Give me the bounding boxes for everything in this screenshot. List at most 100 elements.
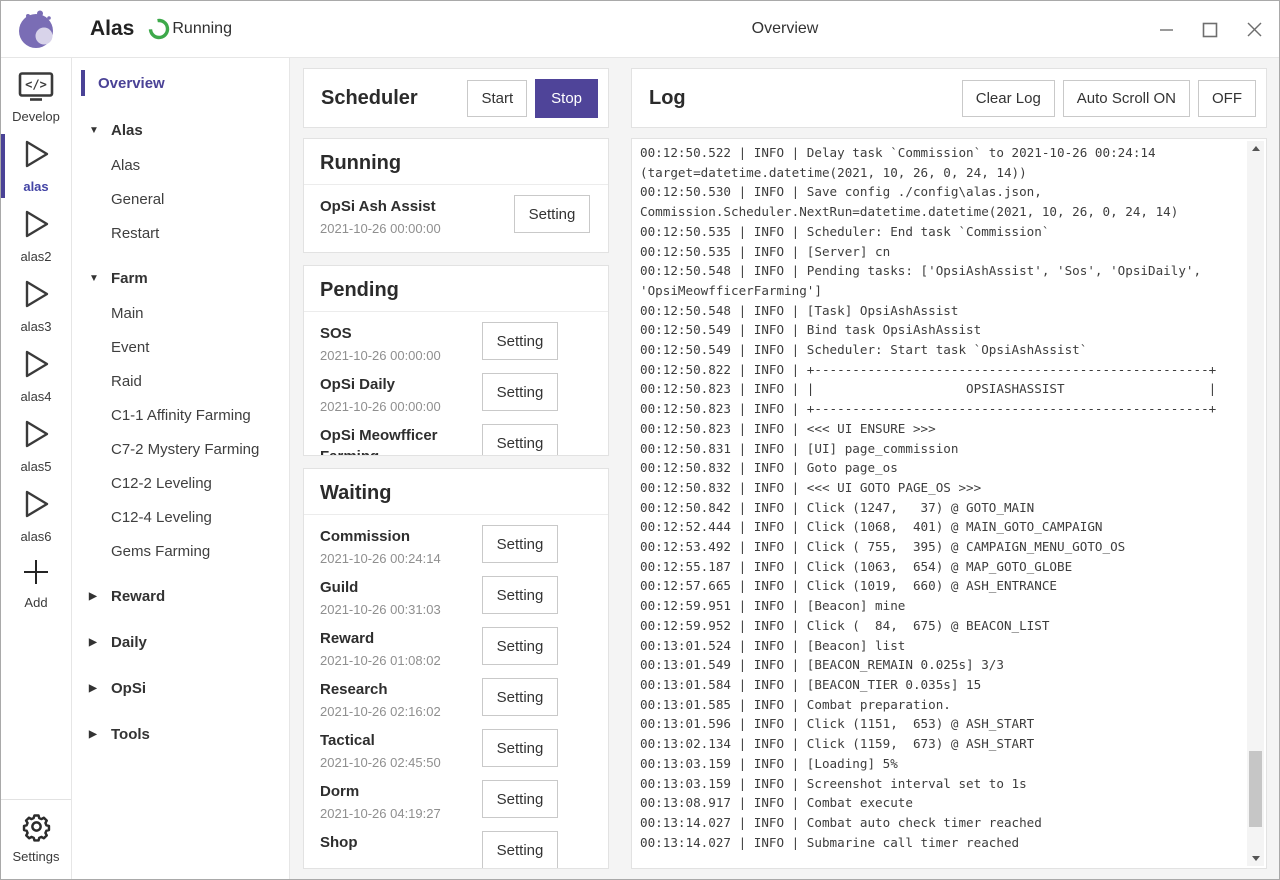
rail-item-alas4[interactable]: alas4 — [1, 341, 71, 411]
play-icon — [19, 346, 53, 387]
task-row: Guild 2021-10-26 00:31:03 Setting — [320, 566, 558, 617]
stop-button[interactable]: Stop — [535, 79, 598, 118]
nav-item-overview[interactable]: Overview — [72, 64, 289, 102]
close-button[interactable] — [1245, 21, 1263, 39]
nav-item-tools[interactable]: ▶ Tools — [72, 716, 289, 752]
waiting-title: Waiting — [320, 482, 391, 504]
rail-item-alas[interactable]: alas — [1, 131, 71, 201]
nav-item-general[interactable]: General — [72, 182, 289, 216]
start-button[interactable]: Start — [467, 80, 527, 117]
page-title: Overview — [291, 20, 1279, 38]
nav-item-main[interactable]: Main — [72, 296, 289, 330]
clear-log-button[interactable]: Clear Log — [962, 80, 1055, 117]
setting-button[interactable]: Setting — [482, 678, 558, 716]
scheduler-column: Scheduler Start Stop Running OpSi Ash As… — [290, 58, 621, 879]
setting-button[interactable]: Setting — [482, 780, 558, 818]
nav-item-label: Event — [111, 339, 149, 356]
rail-item-alas6[interactable]: alas6 — [1, 481, 71, 551]
chevron-right-icon: ▶ — [89, 683, 111, 694]
nav-item-label: C1-1 Affinity Farming — [111, 407, 251, 424]
chevron-right-icon: ▶ — [89, 591, 111, 602]
rail-item-settings[interactable]: Settings — [1, 806, 71, 871]
nav-item-c12-2-leveling[interactable]: C12-2 Leveling — [72, 466, 289, 500]
setting-button[interactable]: Setting — [482, 729, 558, 767]
nav-item-label: OpSi — [111, 680, 146, 697]
setting-button[interactable]: Setting — [482, 627, 558, 665]
rail-item-develop[interactable]: </> Develop — [1, 66, 71, 131]
maximize-button[interactable] — [1201, 21, 1219, 39]
nav-item-label: Gems Farming — [111, 543, 210, 560]
task-row: Reward 2021-10-26 01:08:02 Setting — [320, 617, 558, 668]
nav-item-label: Tools — [111, 726, 150, 743]
nav-item-daily[interactable]: ▶ Daily — [72, 624, 289, 660]
setting-button[interactable]: Setting — [514, 195, 590, 233]
app-name: Alas — [90, 17, 134, 41]
rail-item-add[interactable]: Add — [1, 551, 71, 617]
task-row: Research 2021-10-26 02:16:02 Setting — [320, 668, 558, 719]
task-next-run-time: 2021-10-26 02:45:50 — [320, 755, 482, 770]
running-card: Running OpSi Ash Assist 2021-10-26 00:00… — [303, 138, 609, 253]
nav-item-label: C7-2 Mystery Farming — [111, 441, 259, 458]
task-next-run-time: 2021-10-26 00:00:00 — [320, 348, 482, 363]
scroll-down-icon[interactable] — [1247, 851, 1264, 866]
nav-item-label: Farm — [111, 270, 148, 287]
setting-button[interactable]: Setting — [482, 424, 558, 455]
nav-item-c12-4-leveling[interactable]: C12-4 Leveling — [72, 500, 289, 534]
scheduler-status: Running — [147, 17, 232, 41]
rail-item-label: Develop — [12, 109, 60, 124]
task-name: SOS — [320, 323, 482, 344]
nav-item-c7-2-mystery-farming[interactable]: C7-2 Mystery Farming — [72, 432, 289, 466]
nav-item-farm[interactable]: ▼ Farm — [72, 260, 289, 296]
log-text: 00:12:50.522 | INFO | Delay task `Commis… — [632, 139, 1247, 868]
nav-item-c1-1-affinity-farming[interactable]: C1-1 Affinity Farming — [72, 398, 289, 432]
log-scrollbar[interactable] — [1247, 141, 1264, 866]
rail-item-label: alas3 — [20, 319, 51, 334]
nav-item-event[interactable]: Event — [72, 330, 289, 364]
nav-item-gems-farming[interactable]: Gems Farming — [72, 534, 289, 568]
setting-button[interactable]: Setting — [482, 831, 558, 868]
rail-item-label: alas — [23, 179, 48, 194]
nav-item-opsi[interactable]: ▶ OpSi — [72, 670, 289, 706]
nav-item-label: Raid — [111, 373, 142, 390]
rail-item-label: alas4 — [20, 389, 51, 404]
nav-item-raid[interactable]: Raid — [72, 364, 289, 398]
task-row: Dorm 2021-10-26 04:19:27 Setting — [320, 770, 558, 821]
app-window: Alas Running Overview </> Develop — [0, 0, 1280, 880]
rail-items: </> Develop alas alas2 alas3 alas4 alas5… — [1, 66, 71, 617]
nav-item-alas[interactable]: Alas — [72, 148, 289, 182]
task-name: Reward — [320, 628, 482, 649]
task-row: Tactical 2021-10-26 02:45:50 Setting — [320, 719, 558, 770]
rail-item-alas3[interactable]: alas3 — [1, 271, 71, 341]
nav-item-restart[interactable]: Restart — [72, 216, 289, 250]
nav-item-label: Restart — [111, 225, 159, 242]
task-row: OpSi Meowfficer Farming Setting — [320, 414, 558, 455]
nav-item-label: Daily — [111, 634, 147, 651]
window-controls — [1157, 1, 1263, 58]
setting-button[interactable]: Setting — [482, 525, 558, 563]
rail-item-alas2[interactable]: alas2 — [1, 201, 71, 271]
setting-button[interactable]: Setting — [482, 373, 558, 411]
task-name: Tactical — [320, 730, 482, 751]
chevron-right-icon: ▶ — [89, 729, 111, 740]
setting-button[interactable]: Setting — [482, 322, 558, 360]
titlebar: Alas Running Overview — [1, 1, 1279, 58]
minimize-button[interactable] — [1157, 21, 1175, 39]
nav-item-alas[interactable]: ▼ Alas — [72, 112, 289, 148]
scrollbar-thumb[interactable] — [1249, 751, 1262, 827]
rail-item-alas5[interactable]: alas5 — [1, 411, 71, 481]
setting-button[interactable]: Setting — [482, 576, 558, 614]
task-name: Shop — [320, 832, 482, 853]
auto-scroll-off-button[interactable]: OFF — [1198, 80, 1256, 117]
gear-icon — [21, 811, 52, 847]
task-row: OpSi Ash Assist 2021-10-26 00:00:00 Sett… — [320, 185, 590, 236]
auto-scroll-on-button[interactable]: Auto Scroll ON — [1063, 80, 1190, 117]
main-area: Scheduler Start Stop Running OpSi Ash As… — [290, 58, 1279, 879]
rail-item-label: alas2 — [20, 249, 51, 264]
task-name: OpSi Meowfficer Farming — [320, 425, 482, 455]
nav-item-reward[interactable]: ▶ Reward — [72, 578, 289, 614]
nav-item-label: C12-4 Leveling — [111, 509, 212, 526]
task-row: OpSi Daily 2021-10-26 00:00:00 Setting — [320, 363, 558, 414]
task-next-run-time: 2021-10-26 00:31:03 — [320, 602, 482, 617]
scroll-up-icon[interactable] — [1247, 141, 1264, 156]
play-icon — [19, 416, 53, 457]
